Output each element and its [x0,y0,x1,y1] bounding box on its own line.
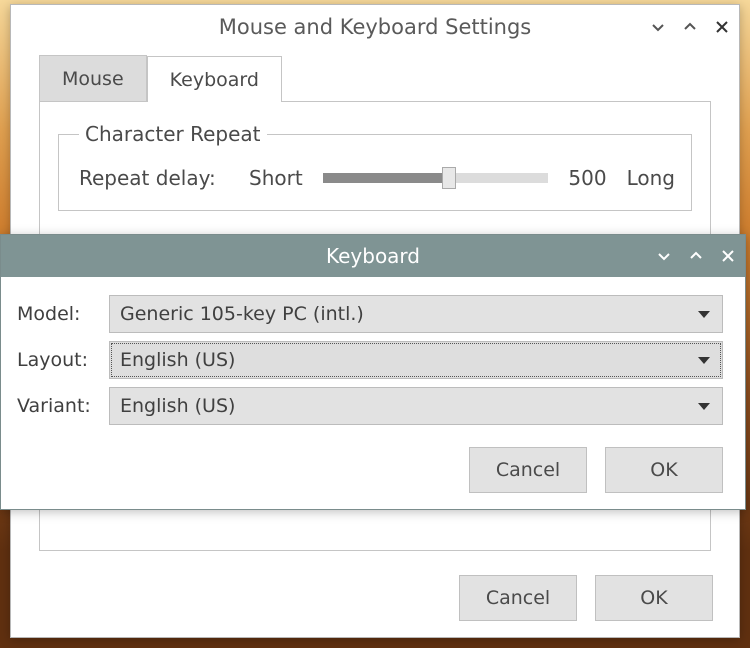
settings-title-actions [649,5,731,49]
repeat-delay-value: 500 [568,166,606,190]
keyboard-form: Model: Generic 105-key PC (intl.) Layout… [1,277,745,429]
model-label: Model: [17,303,109,325]
kbd-close-icon[interactable] [719,247,737,265]
keyboard-title-actions [655,235,737,277]
variant-label: Variant: [17,395,109,417]
repeat-delay-row: Repeat delay: Short 500 Long [79,166,675,190]
slider-fill [323,173,449,183]
keyboard-title: Keyboard [326,244,420,268]
keyboard-titlebar: Keyboard [1,235,745,277]
chevron-down-icon [698,403,710,410]
settings-button-row: Cancel OK [459,575,713,621]
minimize-icon[interactable] [649,18,667,36]
layout-value: English (US) [120,349,235,371]
repeat-delay-slider[interactable] [323,173,549,183]
keyboard-ok-button[interactable]: OK [605,447,723,493]
tab-keyboard[interactable]: Keyboard [147,56,282,102]
keyboard-ok-label: OK [650,459,677,481]
maximize-icon[interactable] [681,18,699,36]
settings-ok-button[interactable]: OK [595,575,713,621]
variant-row: Variant: English (US) [17,383,723,429]
settings-ok-label: OK [640,587,667,609]
chevron-down-icon [698,357,710,364]
layout-combo[interactable]: English (US) [109,341,723,379]
chevron-down-icon [698,311,710,318]
keyboard-cancel-button[interactable]: Cancel [469,447,587,493]
character-repeat-group: Character Repeat Repeat delay: Short 500… [58,122,692,211]
slider-thumb[interactable] [442,167,456,189]
settings-cancel-button[interactable]: Cancel [459,575,577,621]
repeat-delay-label: Repeat delay: [79,166,229,190]
layout-row: Layout: English (US) [17,337,723,383]
settings-title: Mouse and Keyboard Settings [219,15,532,39]
keyboard-dialog: Keyboard Model: Generic 105-key PC (intl… [0,234,746,510]
character-repeat-legend: Character Repeat [79,122,267,146]
tab-mouse[interactable]: Mouse [39,55,147,101]
model-value: Generic 105-key PC (intl.) [120,303,364,325]
kbd-minimize-icon[interactable] [655,247,673,265]
settings-titlebar: Mouse and Keyboard Settings [11,5,739,49]
tab-keyboard-label: Keyboard [170,69,259,91]
keyboard-cancel-label: Cancel [496,459,560,481]
keyboard-button-row: Cancel OK [469,447,723,493]
layout-label: Layout: [17,349,109,371]
model-row: Model: Generic 105-key PC (intl.) [17,291,723,337]
repeat-delay-short: Short [249,166,303,190]
tab-mouse-label: Mouse [62,68,124,90]
variant-value: English (US) [120,395,235,417]
variant-combo[interactable]: English (US) [109,387,723,425]
model-combo[interactable]: Generic 105-key PC (intl.) [109,295,723,333]
repeat-delay-long: Long [627,166,675,190]
close-icon[interactable] [713,18,731,36]
settings-cancel-label: Cancel [486,587,550,609]
tabs-row: Mouse Keyboard [11,49,739,101]
kbd-maximize-icon[interactable] [687,247,705,265]
